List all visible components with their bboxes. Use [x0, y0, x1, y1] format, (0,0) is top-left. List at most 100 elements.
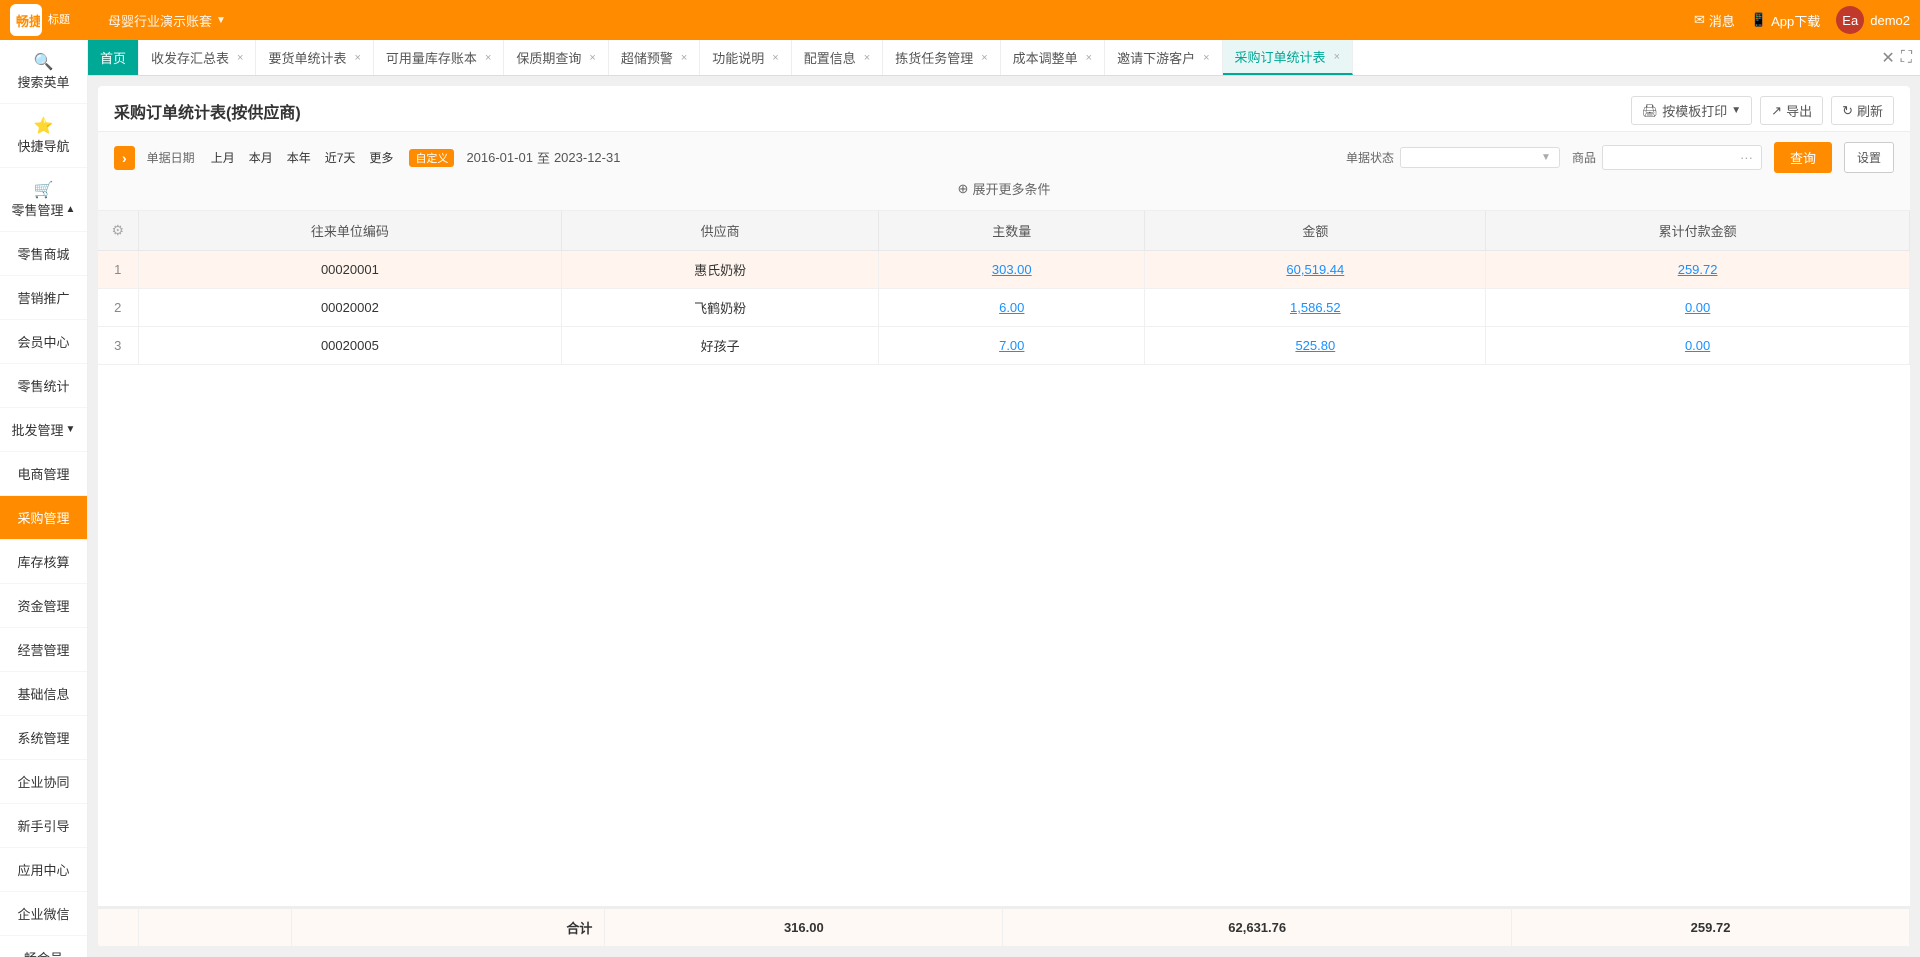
amount-link[interactable]: 60,519.44 [1286, 262, 1344, 277]
sidebar-item-basic[interactable]: 基础信息 [0, 672, 87, 716]
tab-func-desc[interactable]: 功能说明 × [700, 40, 791, 75]
expand-btn[interactable]: ⊕ 展开更多条件 [958, 179, 1051, 198]
page-content: 采购订单统计表(按供应商) 🖨 按模板打印 ▼ ↗ 导出 ↻ [88, 76, 1920, 957]
tab-available-stock[interactable]: 可用量库存账本 × [374, 40, 504, 75]
shortcut-more[interactable]: 更多 [365, 147, 397, 168]
sidebar-label-wechat: 企业微信 [4, 904, 83, 923]
shortcut-last-month[interactable]: 上月 [207, 147, 239, 168]
tab-close-purchase[interactable]: × [1334, 51, 1340, 63]
chevron-down-icon: ▼ [216, 15, 226, 26]
sidebar-item-shortcut[interactable]: ⭐ 快捷导航 [0, 104, 87, 168]
filter-toggle-btn[interactable]: › [114, 146, 135, 170]
col-settings[interactable]: ⚙ [98, 211, 138, 251]
tab-close-collect[interactable]: × [237, 52, 243, 64]
export-btn[interactable]: ↗ 导出 [1760, 96, 1823, 125]
cell-supplier: 好孩子 [562, 327, 879, 365]
export-label: 导出 [1786, 101, 1812, 120]
cell-amount[interactable]: 525.80 [1145, 327, 1486, 365]
amount-link[interactable]: 1,586.52 [1290, 300, 1341, 315]
goods-label: 商品 [1572, 149, 1596, 166]
sidebar-item-appcenter[interactable]: 应用中心 [0, 848, 87, 892]
date-end[interactable]: 2023-12-31 [554, 150, 621, 165]
sidebar-item-operation[interactable]: 经营管理 [0, 628, 87, 672]
qty-link[interactable]: 7.00 [999, 338, 1024, 353]
cell-qty[interactable]: 303.00 [879, 251, 1145, 289]
qty-link[interactable]: 303.00 [992, 262, 1032, 277]
cell-amount[interactable]: 1,586.52 [1145, 289, 1486, 327]
sidebar-item-inventory[interactable]: 库存核算 [0, 540, 87, 584]
sidebar-item-retail-shop[interactable]: 零售商城 [0, 232, 87, 276]
shortcut-this-year[interactable]: 本年 [283, 147, 315, 168]
cell-amount[interactable]: 60,519.44 [1145, 251, 1486, 289]
date-shortcuts: 上月 本月 本年 近7天 更多 [207, 147, 398, 168]
print-icon: 🖨 [1642, 103, 1659, 119]
tab-pick-task-label: 拣货任务管理 [895, 48, 973, 67]
tab-shelf-life[interactable]: 保质期查询 × [504, 40, 608, 75]
tab-close-cost[interactable]: × [1086, 52, 1092, 64]
sidebar-item-retail[interactable]: 🛒 零售管理 ▲ [0, 168, 87, 232]
custom-date-tag[interactable]: 自定义 [409, 149, 454, 167]
paid-link[interactable]: 0.00 [1685, 338, 1710, 353]
sidebar-item-wechat[interactable]: 企业微信 [0, 892, 87, 936]
tab-collect-summary[interactable]: 收发存汇总表 × [139, 40, 256, 75]
sidebar-item-search[interactable]: 🔍 搜索英单 [0, 40, 87, 104]
date-start[interactable]: 2016-01-01 [466, 150, 533, 165]
tab-close-overstock[interactable]: × [681, 52, 687, 64]
tab-close-stock[interactable]: × [485, 52, 491, 64]
tab-purchase-summary[interactable]: 采购订单统计表 × [1223, 40, 1353, 75]
tab-requisition[interactable]: 要货单统计表 × [256, 40, 373, 75]
sidebar-item-ecommerce[interactable]: 电商管理 [0, 452, 87, 496]
cell-paid[interactable]: 259.72 [1486, 251, 1910, 289]
sidebar-item-member[interactable]: 会员中心 [0, 320, 87, 364]
tab-home[interactable]: 首页 [88, 40, 139, 75]
query-btn[interactable]: 查询 [1774, 142, 1832, 173]
tab-close-config[interactable]: × [864, 52, 870, 64]
app-download-btn[interactable]: 📱 App下载 [1751, 11, 1820, 30]
sidebar-item-finance[interactable]: 资金管理 [0, 584, 87, 628]
tab-pick-task[interactable]: 拣货任务管理 × [883, 40, 1000, 75]
shortcut-this-month[interactable]: 本月 [245, 147, 277, 168]
sidebar-item-newguide[interactable]: 新手引导 [0, 804, 87, 848]
shortcut-7days[interactable]: 近7天 [321, 147, 360, 168]
tab-overstock[interactable]: 超储预警 × [609, 40, 700, 75]
tab-invite[interactable]: 邀请下游客户 × [1105, 40, 1222, 75]
tab-config[interactable]: 配置信息 × [792, 40, 883, 75]
table-area[interactable]: ⚙ 往来单位编码 供应商 主数量 [98, 211, 1910, 906]
tab-maximize-btn[interactable]: ⛶ [1901, 49, 1912, 67]
sidebar-item-marketing[interactable]: 营销推广 [0, 276, 87, 320]
cell-paid[interactable]: 0.00 [1486, 327, 1910, 365]
tab-close-pick[interactable]: × [981, 52, 987, 64]
sidebar-item-purchase[interactable]: 采购管理 [0, 496, 87, 540]
tab-close-invite[interactable]: × [1203, 52, 1209, 64]
paid-link[interactable]: 259.72 [1678, 262, 1718, 277]
cell-qty[interactable]: 6.00 [879, 289, 1145, 327]
print-btn[interactable]: 🖨 按模板打印 ▼ [1631, 96, 1752, 125]
amount-link[interactable]: 525.80 [1295, 338, 1335, 353]
cell-qty[interactable]: 7.00 [879, 327, 1145, 365]
tab-close-req[interactable]: × [354, 52, 360, 64]
sidebar-label-system: 系统管理 [4, 728, 83, 747]
sidebar-item-wholesale[interactable]: 批发管理 ▼ [0, 408, 87, 452]
footer-empty1 [98, 909, 138, 947]
sidebar-item-retail-stat[interactable]: 零售统计 [0, 364, 87, 408]
refresh-btn[interactable]: ↻ 刷新 [1831, 96, 1894, 125]
sidebar-item-system[interactable]: 系统管理 [0, 716, 87, 760]
workspace-selector[interactable]: 母婴行业演示账套 ▼ [108, 11, 1684, 30]
tab-close-func[interactable]: × [772, 52, 778, 64]
settings-btn[interactable]: 设置 [1844, 142, 1894, 173]
goods-input[interactable]: ··· [1602, 145, 1762, 170]
qty-link[interactable]: 6.00 [999, 300, 1024, 315]
message-icon: ✉ [1694, 12, 1705, 28]
tab-cost-adjust[interactable]: 成本调整单 × [1001, 40, 1105, 75]
sidebar-label-wholesale: 批发管理 [12, 420, 64, 439]
settings-icon[interactable]: ⚙ [111, 222, 124, 238]
message-btn[interactable]: ✉ 消息 [1694, 11, 1735, 30]
tab-close-all-btn[interactable]: ✕ [1881, 48, 1894, 68]
sidebar-item-collab[interactable]: 企业协同 [0, 760, 87, 804]
paid-link[interactable]: 0.00 [1685, 300, 1710, 315]
cell-paid[interactable]: 0.00 [1486, 289, 1910, 327]
tab-close-shelf[interactable]: × [589, 52, 595, 64]
user-area[interactable]: Ea demo2 [1836, 6, 1910, 34]
sidebar-item-member2[interactable]: 畅会员 [0, 936, 87, 957]
status-select[interactable]: ▼ [1400, 147, 1560, 168]
